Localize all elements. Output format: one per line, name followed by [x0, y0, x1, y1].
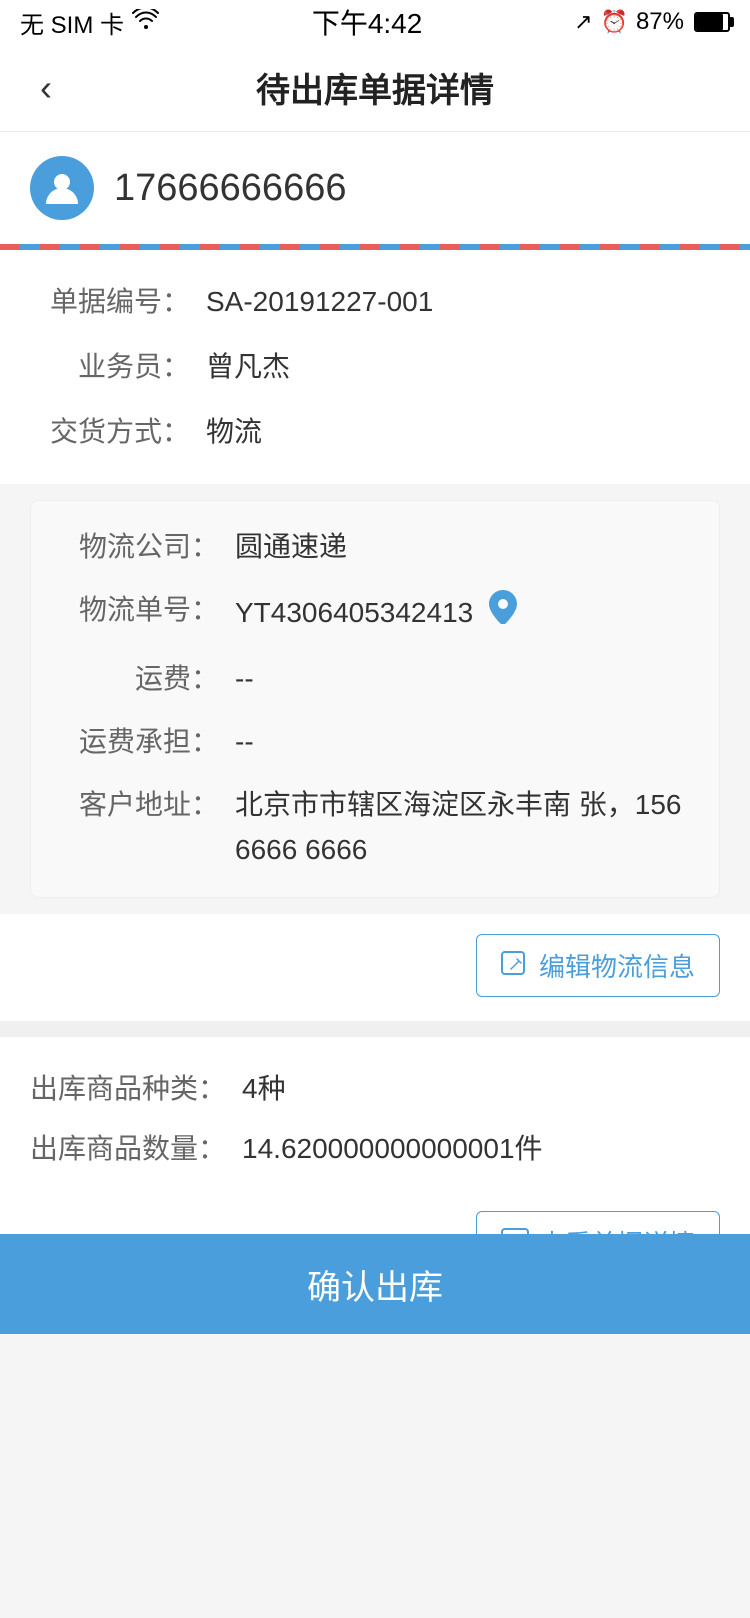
salesperson-row: 业务员： 曾凡杰 [30, 345, 720, 390]
doc-number-value: SA-20191227-001 [190, 280, 720, 325]
logistics-company-row: 物流公司： 圆通速递 [59, 525, 691, 570]
address-row: 客户地址： 北京市市辖区海淀区永丰南 张，156 6666 6666 [59, 783, 691, 873]
status-right: ↗ ⏰ 87% [574, 8, 730, 36]
goods-quantity-value: 14.620000000000001件 [226, 1127, 720, 1167]
edit-logistics-section: 编辑物流信息 [0, 914, 750, 1021]
status-bar: 无 SIM 卡 下午4:42 ↗ ⏰ 87% [0, 0, 750, 44]
doc-number-label: 单据编号： [30, 280, 190, 325]
nav-bar: ‹ 待出库单据详情 [0, 44, 750, 132]
address-value: 北京市市辖区海淀区永丰南 张，156 6666 6666 [219, 783, 691, 873]
status-left: 无 SIM 卡 [20, 5, 160, 40]
logistics-company-value: 圆通速递 [219, 525, 691, 570]
carrier-text: 无 SIM 卡 [20, 5, 124, 40]
salesperson-label: 业务员： [30, 345, 190, 390]
back-button[interactable]: ‹ [30, 57, 62, 119]
freight-row: 运费： -- [59, 657, 691, 702]
goods-category-row: 出库商品种类： 4种 [30, 1067, 720, 1107]
battery-text: 87% [636, 8, 684, 36]
location-icon [489, 588, 517, 639]
delivery-label: 交货方式： [30, 410, 190, 455]
content: 17666666666 单据编号： SA-20191227-001 业务员： 曾… [0, 132, 750, 1618]
bottom-bar: 确认出库 [0, 1234, 750, 1334]
tracking-value: YT4306405342413 [219, 588, 691, 639]
freight-value: -- [219, 657, 691, 702]
freight-payer-value: -- [219, 720, 691, 765]
wifi-icon [132, 8, 160, 36]
freight-payer-label: 运费承担： [59, 720, 219, 765]
battery-icon [694, 12, 730, 32]
logistics-card: 物流公司： 圆通速递 物流单号： YT4306405342413 运费： -- [30, 500, 720, 897]
confirm-button[interactable]: 确认出库 [0, 1234, 750, 1334]
goods-section: 出库商品种类： 4种 出库商品数量： 14.620000000000001件 [0, 1037, 750, 1191]
user-phone: 17666666666 [114, 167, 346, 210]
page-title: 待出库单据详情 [256, 63, 494, 112]
edit-logistics-label: 编辑物流信息 [539, 947, 695, 984]
tracking-number: YT4306405342413 [235, 591, 473, 636]
tracking-label: 物流单号： [59, 588, 219, 633]
delivery-row: 交货方式： 物流 [30, 410, 720, 455]
freight-label: 运费： [59, 657, 219, 702]
user-header: 17666666666 [0, 132, 750, 244]
address-label: 客户地址： [59, 783, 219, 828]
alarm-icon: ⏰ [601, 9, 628, 35]
delivery-value: 物流 [190, 410, 720, 455]
goods-quantity-label: 出库商品数量： [30, 1127, 226, 1167]
salesperson-value: 曾凡杰 [190, 345, 720, 390]
doc-number-row: 单据编号： SA-20191227-001 [30, 280, 720, 325]
tracking-row: 物流单号： YT4306405342413 [59, 588, 691, 639]
edit-logistics-button[interactable]: 编辑物流信息 [476, 934, 720, 997]
section-separator [0, 1021, 750, 1037]
logistics-company-label: 物流公司： [59, 525, 219, 570]
goods-category-label: 出库商品种类： [30, 1067, 226, 1107]
location-status-icon: ↗ [574, 9, 592, 35]
order-info-section: 单据编号： SA-20191227-001 业务员： 曾凡杰 交货方式： 物流 [0, 250, 750, 484]
goods-quantity-row: 出库商品数量： 14.620000000000001件 [30, 1127, 720, 1167]
goods-category-value: 4种 [226, 1067, 720, 1107]
freight-payer-row: 运费承担： -- [59, 720, 691, 765]
status-time: 下午4:42 [312, 2, 423, 42]
avatar [30, 156, 94, 220]
